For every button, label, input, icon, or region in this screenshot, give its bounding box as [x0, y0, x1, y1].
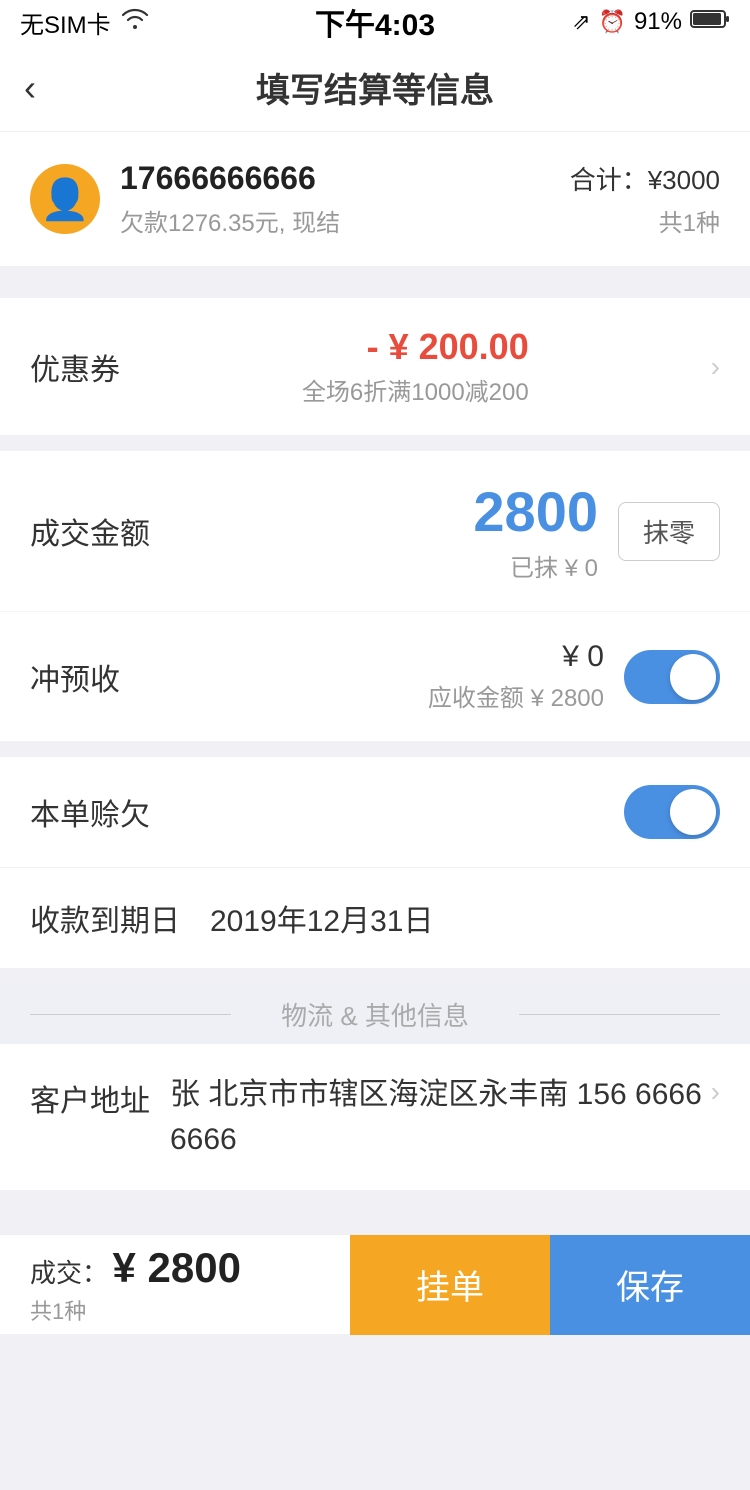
status-right: ⇗ ⏰ 91%: [572, 8, 730, 37]
amount-value-container: 2800 已抹 ¥ 0: [473, 479, 598, 583]
precharge-label: 冲预收: [30, 655, 120, 699]
bottom-deal-label: 成交：: [30, 1258, 108, 1288]
avatar: 👤: [30, 164, 100, 234]
precharge-toggle[interactable]: [624, 650, 720, 704]
precharge-receivable: 应收金额 ¥ 2800: [428, 678, 604, 713]
bottom-total-row: 成交： ¥ 2800: [30, 1244, 320, 1292]
status-left: 无SIM卡: [20, 5, 149, 40]
duedate-row: 收款到期日 2019年12月31日: [0, 868, 750, 968]
round-button[interactable]: 抹零: [618, 502, 720, 561]
bottom-info: 成交： ¥ 2800 共1种: [0, 1244, 350, 1326]
customer-right: 合计：¥3000 共1种: [570, 160, 720, 238]
nav-bar: ‹ 填写结算等信息: [0, 44, 750, 132]
coupon-chevron-icon: ›: [711, 351, 720, 383]
battery-label: 91%: [634, 8, 682, 36]
address-label: 客户地址: [30, 1072, 170, 1120]
logistics-line-right: [519, 1014, 720, 1015]
coupon-discount: - ¥ 200.00: [367, 326, 529, 368]
address-chevron-icon: ›: [711, 1072, 720, 1108]
save-button[interactable]: 保存: [550, 1235, 750, 1335]
section-divider-1: [0, 282, 750, 298]
customer-info: 17666666666 欠款1276.35元, 现结: [120, 160, 340, 238]
coupon-right: - ¥ 200.00 全场6折满1000减200: [302, 326, 529, 407]
amount-section: 成交金额 2800 已抹 ¥ 0 抹零 冲预收 ¥ 0 应收金额 ¥ 2800: [0, 451, 750, 741]
amount-right: 2800 已抹 ¥ 0 抹零: [473, 479, 720, 583]
hang-button[interactable]: 挂单: [350, 1235, 550, 1335]
customer-phone: 17666666666: [120, 160, 340, 197]
precharge-row: 冲预收 ¥ 0 应收金额 ¥ 2800: [0, 612, 750, 741]
total-count: 共1种: [570, 203, 720, 238]
back-button[interactable]: ‹: [24, 67, 36, 109]
amount-sub: 已抹 ¥ 0: [473, 548, 598, 583]
logistics-divider: 物流 & 其他信息: [0, 984, 750, 1044]
section-divider-3: [0, 741, 750, 757]
debt-row: 本单赊欠: [0, 757, 750, 867]
avatar-icon: 👤: [40, 176, 90, 223]
alarm-icon: ⏰: [599, 9, 626, 35]
customer-left: 👤 17666666666 欠款1276.35元, 现结: [30, 160, 340, 238]
coupon-row[interactable]: 优惠券 - ¥ 200.00 全场6折满1000减200 ›: [0, 298, 750, 435]
section-divider-2: [0, 435, 750, 451]
bottom-deal-value: ¥ 2800: [112, 1244, 240, 1291]
battery-icon: [690, 8, 730, 37]
location-icon: ⇗: [572, 9, 590, 35]
customer-card: 👤 17666666666 欠款1276.35元, 现结 合计：¥3000 共1…: [0, 132, 750, 266]
logistics-line-left: [30, 1014, 231, 1015]
bottom-bar: 成交： ¥ 2800 共1种 挂单 保存: [0, 1234, 750, 1334]
amount-value: 2800: [473, 479, 598, 544]
duedate-label: 收款到期日: [30, 896, 180, 940]
debt-label: 本单赊欠: [30, 790, 150, 834]
address-row[interactable]: 客户地址 张 北京市市辖区海淀区永丰南 156 6666 6666 ›: [0, 1044, 750, 1190]
debt-toggle[interactable]: [624, 785, 720, 839]
amount-row: 成交金额 2800 已抹 ¥ 0 抹零: [0, 451, 750, 612]
precharge-values: ¥ 0 应收金额 ¥ 2800: [428, 640, 604, 713]
nav-title: 填写结算等信息: [256, 63, 494, 112]
address-value: 张 北京市市辖区海淀区永丰南 156 6666 6666: [170, 1072, 711, 1162]
bottom-count: 共1种: [30, 1294, 320, 1326]
duedate-value: 2019年12月31日: [210, 896, 433, 940]
coupon-description: 全场6折满1000减200: [302, 372, 529, 407]
coupon-label: 优惠券: [30, 345, 120, 389]
total-label: 合计：¥3000: [570, 160, 720, 197]
customer-debt: 欠款1276.35元, 现结: [120, 203, 340, 238]
logistics-text: 物流 & 其他信息: [281, 996, 469, 1033]
precharge-right: ¥ 0 应收金额 ¥ 2800: [428, 640, 720, 713]
amount-label: 成交金额: [30, 509, 150, 553]
precharge-amount: ¥ 0: [428, 640, 604, 674]
wifi-icon: [121, 8, 149, 37]
status-bar: 无SIM卡 下午4:03 ⇗ ⏰ 91%: [0, 0, 750, 44]
carrier-label: 无SIM卡: [20, 5, 111, 40]
status-time: 下午4:03: [315, 0, 435, 44]
